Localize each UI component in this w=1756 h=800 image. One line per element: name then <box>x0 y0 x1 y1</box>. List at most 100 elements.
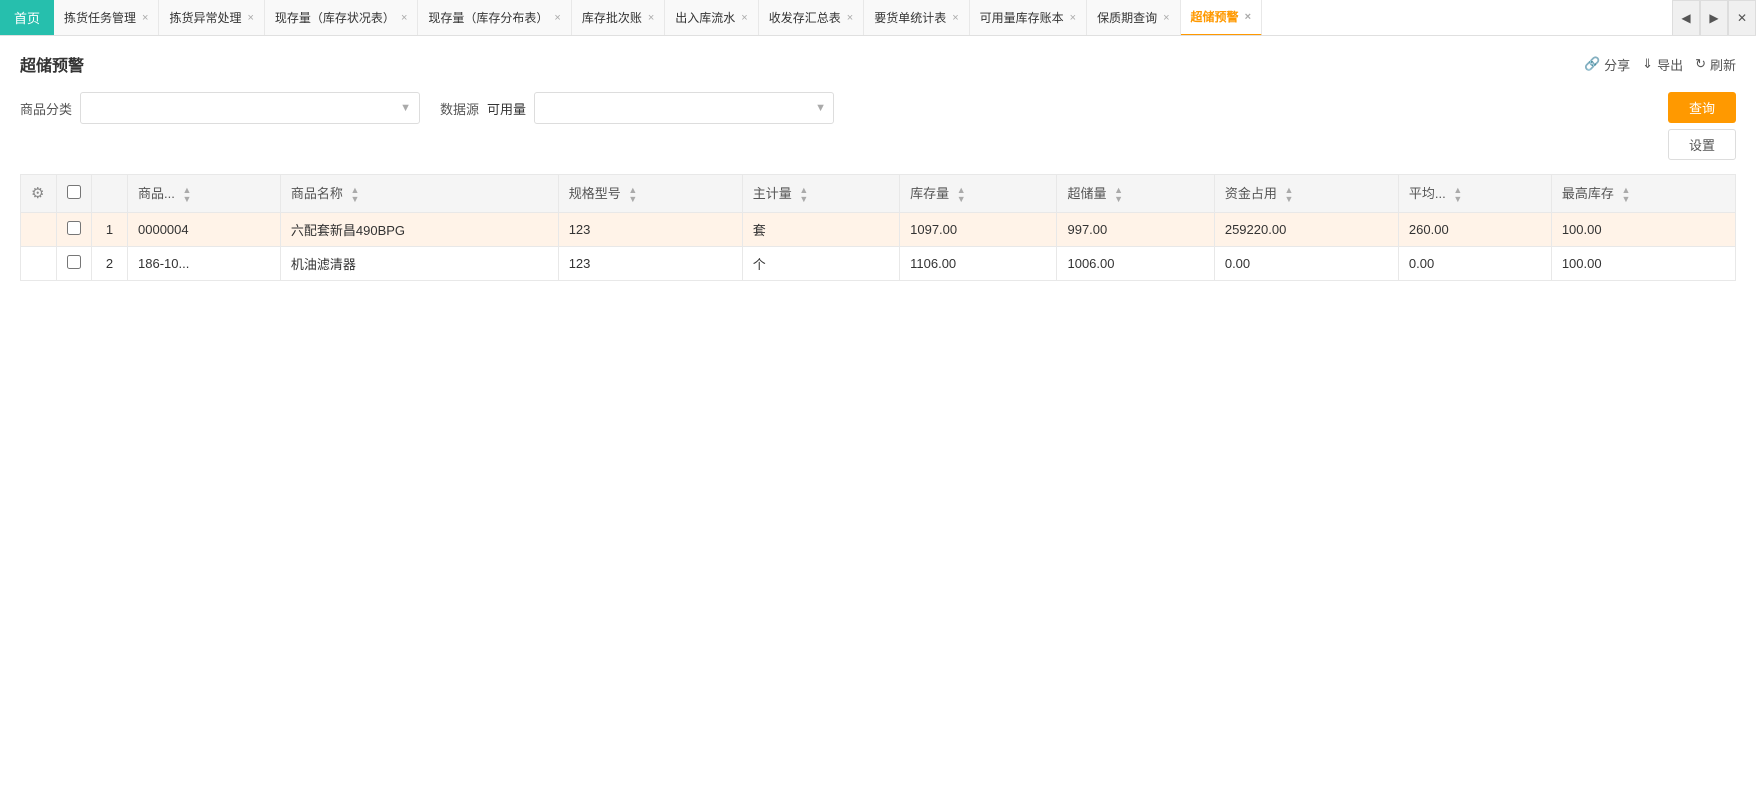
tab-item[interactable]: 可用量库存账本 × <box>970 0 1087 36</box>
nav-next-button[interactable]: ▶ <box>1700 0 1728 36</box>
tab-label: 保质期查询 <box>1097 9 1157 26</box>
tab-label: 现存量（库存分布表） <box>428 9 548 26</box>
tab-item[interactable]: 要货单统计表× <box>864 0 969 36</box>
sort-icon-stock: ▲▼ <box>957 186 966 204</box>
nav-close-button[interactable]: ✕ <box>1728 0 1756 36</box>
share-icon: 🔗 <box>1584 56 1600 72</box>
refresh-button[interactable]: ↻ 刷新 <box>1695 55 1736 74</box>
query-button[interactable]: 查询 <box>1668 92 1736 123</box>
table-gear-icon[interactable]: ⚙ <box>31 185 44 202</box>
tabs-container: 拣货任务管理×拣货异常处理×现存量（库存状况表）×现存量（库存分布表）×库存批次… <box>54 0 1672 36</box>
th-unit[interactable]: 主计量 ▲▼ <box>742 175 899 213</box>
tab-item[interactable]: 出入库流水 × <box>665 0 758 36</box>
tab-close-icon[interactable]: × <box>1163 12 1169 24</box>
row-checkbox[interactable] <box>67 221 81 235</box>
tab-close-icon[interactable]: × <box>247 12 253 24</box>
refresh-icon: ↻ <box>1695 56 1706 72</box>
tab-label: 现存量（库存状况表） <box>275 9 395 26</box>
cell-index: 1 <box>92 212 128 246</box>
table-header: ⚙ 商品... ▲▼ 商品名称 ▲▼ 规格型号 ▲▼ <box>21 175 1736 213</box>
tab-label: 拣货异常处理 <box>169 9 241 26</box>
export-icon: ⇓ <box>1642 56 1653 72</box>
sort-icon-capital: ▲▼ <box>1284 186 1293 204</box>
cell-product-code: 186-10... <box>128 246 281 280</box>
tab-label: 拣货任务管理 <box>64 9 136 26</box>
category-select[interactable]: ▼ <box>80 92 420 124</box>
table-row[interactable]: 1 0000004 六配套新昌490BPG 123 套 1097.00 997.… <box>21 212 1736 246</box>
tab-item[interactable]: 收发存汇总表 × <box>759 0 864 36</box>
th-checkbox <box>57 175 92 213</box>
th-capital-label: 资金占用 <box>1225 186 1277 201</box>
tab-item[interactable]: 保质期查询 × <box>1087 0 1180 36</box>
category-select-wrap: ▼ <box>80 92 420 124</box>
tab-item[interactable]: 库存批次账× <box>572 0 665 36</box>
tab-close-icon[interactable]: × <box>1245 11 1251 23</box>
sort-icon-avg: ▲▼ <box>1453 186 1462 204</box>
cell-index: 2 <box>92 246 128 280</box>
datasource-select[interactable]: ▼ <box>534 92 834 124</box>
export-button[interactable]: ⇓ 导出 <box>1642 55 1683 74</box>
cell-settings <box>21 212 57 246</box>
tab-close-icon[interactable]: × <box>554 12 560 24</box>
select-all-checkbox[interactable] <box>67 185 81 199</box>
th-settings: ⚙ <box>21 175 57 213</box>
cell-over-stock: 1006.00 <box>1057 246 1214 280</box>
th-avg[interactable]: 平均... ▲▼ <box>1398 175 1551 213</box>
settings-button[interactable]: 设置 <box>1668 129 1736 160</box>
cell-over-stock: 997.00 <box>1057 212 1214 246</box>
tab-close-icon[interactable]: × <box>142 12 148 24</box>
home-tab[interactable]: 首页 <box>0 0 54 36</box>
th-max-stock-label: 最高库存 <box>1562 186 1614 201</box>
sort-icon-unit: ▲▼ <box>799 186 808 204</box>
th-over-stock-label: 超储量 <box>1067 186 1106 201</box>
th-stock-label: 库存量 <box>910 186 949 201</box>
tab-item[interactable]: 拣货任务管理 × <box>54 0 159 36</box>
th-product-code[interactable]: 商品... ▲▼ <box>128 175 281 213</box>
cell-max-stock: 100.00 <box>1551 246 1735 280</box>
category-label: 商品分类 <box>20 99 72 118</box>
th-spec[interactable]: 规格型号 ▲▼ <box>558 175 742 213</box>
cell-stock: 1106.00 <box>900 246 1057 280</box>
datasource-label: 数据源 <box>440 99 479 118</box>
cell-product-name: 机油滤清器 <box>280 246 558 280</box>
tab-item[interactable]: 现存量（库存状况表） × <box>265 0 418 36</box>
sort-icon-product-code: ▲▼ <box>182 186 191 204</box>
cell-avg: 260.00 <box>1398 212 1551 246</box>
data-table: ⚙ 商品... ▲▼ 商品名称 ▲▼ 规格型号 ▲▼ <box>20 174 1736 281</box>
tab-label: 超储预警 <box>1191 8 1239 25</box>
tab-close-icon[interactable]: × <box>648 12 654 24</box>
table-row[interactable]: 2 186-10... 机油滤清器 123 个 1106.00 1006.00 … <box>21 246 1736 280</box>
cell-capital: 259220.00 <box>1214 212 1398 246</box>
header-actions: 🔗 分享 ⇓ 导出 ↻ 刷新 <box>1584 55 1736 74</box>
category-chevron-icon: ▼ <box>400 102 411 114</box>
cell-avg: 0.00 <box>1398 246 1551 280</box>
tab-close-icon[interactable]: × <box>952 12 958 24</box>
row-checkbox[interactable] <box>67 255 81 269</box>
tab-close-icon[interactable]: × <box>741 12 747 24</box>
cell-stock: 1097.00 <box>900 212 1057 246</box>
tab-close-icon[interactable]: × <box>1070 12 1076 24</box>
page-content: 超储预警 🔗 分享 ⇓ 导出 ↻ 刷新 商品分类 <box>0 36 1756 800</box>
th-stock[interactable]: 库存量 ▲▼ <box>900 175 1057 213</box>
page-title: 超储预警 <box>20 52 84 76</box>
th-over-stock[interactable]: 超储量 ▲▼ <box>1057 175 1214 213</box>
share-button[interactable]: 🔗 分享 <box>1584 55 1630 74</box>
th-max-stock[interactable]: 最高库存 ▲▼ <box>1551 175 1735 213</box>
th-capital[interactable]: 资金占用 ▲▼ <box>1214 175 1398 213</box>
nav-prev-button[interactable]: ◀ <box>1672 0 1700 36</box>
tab-close-icon[interactable]: × <box>401 12 407 24</box>
sort-icon-product-name: ▲▼ <box>351 186 360 204</box>
th-product-name[interactable]: 商品名称 ▲▼ <box>280 175 558 213</box>
tab-label: 出入库流水 <box>675 9 735 26</box>
cell-unit: 套 <box>742 212 899 246</box>
tab-item[interactable]: 超储预警 × <box>1181 0 1262 36</box>
th-index <box>92 175 128 213</box>
header-row: ⚙ 商品... ▲▼ 商品名称 ▲▼ 规格型号 ▲▼ <box>21 175 1736 213</box>
tab-label: 收发存汇总表 <box>769 9 841 26</box>
tab-item[interactable]: 拣货异常处理 × <box>159 0 264 36</box>
tab-label: 可用量库存账本 <box>980 9 1064 26</box>
tab-close-icon[interactable]: × <box>847 12 853 24</box>
cell-checkbox <box>57 246 92 280</box>
tab-item[interactable]: 现存量（库存分布表） × <box>418 0 571 36</box>
cell-product-name: 六配套新昌490BPG <box>280 212 558 246</box>
